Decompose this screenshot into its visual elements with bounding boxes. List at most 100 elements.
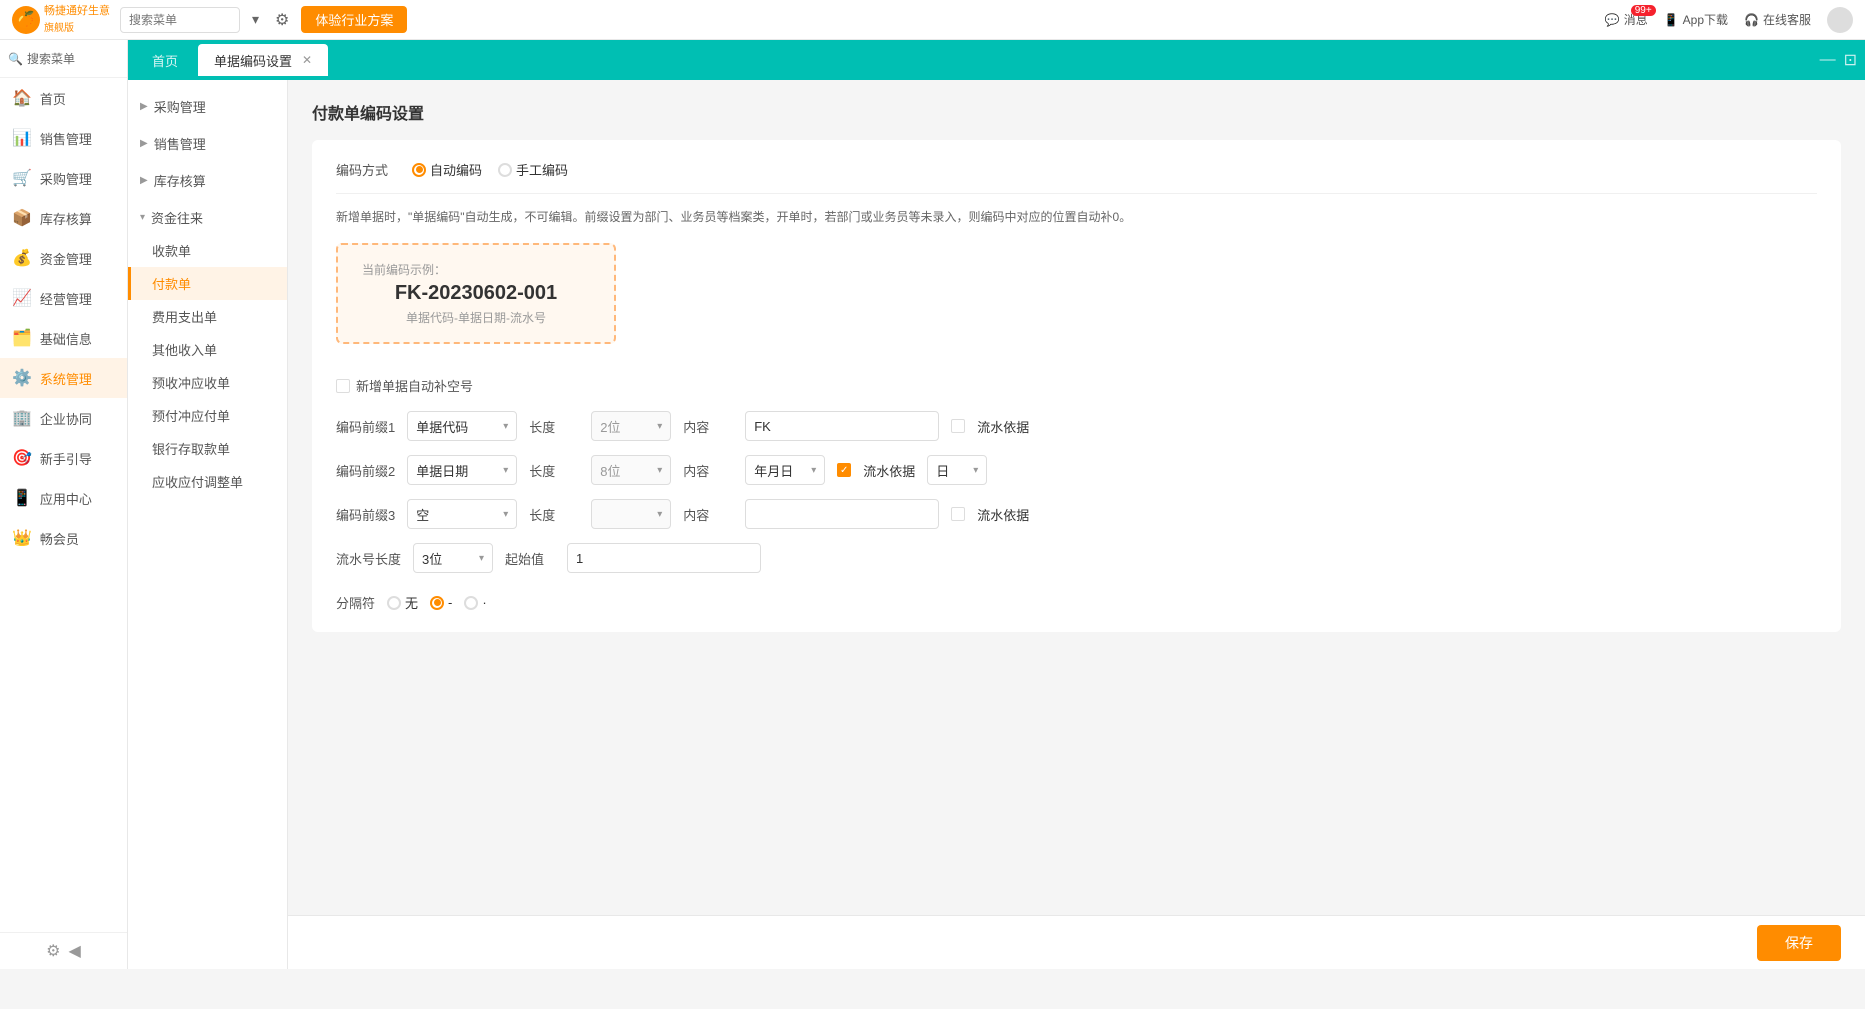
sidebar-item-company[interactable]: 🏢 企业协同 bbox=[0, 398, 127, 438]
online-service-btn[interactable]: 🎧 在线客服 bbox=[1744, 11, 1811, 28]
radio-manual-code[interactable]: 手工编码 bbox=[498, 160, 568, 179]
sec-item-expense[interactable]: 费用支出单 bbox=[128, 300, 287, 333]
length2-value: 8位 bbox=[600, 461, 620, 480]
tab-maximize-btn[interactable]: ⊡ bbox=[1844, 50, 1857, 70]
tab-home[interactable]: 首页 bbox=[136, 44, 194, 76]
main-area: ▶ 采购管理 ▶ 销售管理 ▶ 库存核算 bbox=[128, 80, 1865, 969]
radio-auto-inner bbox=[416, 166, 423, 173]
tab-bar: 首页 单据编码设置 ✕ — ⊡ bbox=[128, 40, 1865, 80]
sidebar-item-guide[interactable]: 🎯 新手引导 bbox=[0, 438, 127, 478]
tab-doc-encode[interactable]: 单据编码设置 ✕ bbox=[198, 44, 328, 76]
start-value-input[interactable] bbox=[567, 543, 761, 573]
stream1-checkbox[interactable] bbox=[951, 419, 965, 433]
radio-auto-circle bbox=[412, 163, 426, 177]
messages-badge: 99+ bbox=[1631, 5, 1656, 16]
collapse-btn[interactable]: ◀ bbox=[69, 941, 81, 961]
sec-item-bank-deposit[interactable]: 银行存取款单 bbox=[128, 432, 287, 465]
sep-dot-radio[interactable]: · bbox=[464, 595, 486, 610]
dropdown-arrow-icon: ▾ bbox=[973, 465, 978, 476]
prefix3-select[interactable]: 空 ▾ bbox=[407, 499, 517, 529]
system-icon: ⚙️ bbox=[12, 368, 32, 388]
app-layout: 🔍 搜索菜单 🏠 首页 📊 销售管理 🛒 采购管理 📦 库存核算 💰 bbox=[0, 40, 1865, 969]
auto-fill-label: 新增单据自动补空号 bbox=[356, 376, 473, 395]
sep-dot-circle bbox=[464, 596, 478, 610]
dropdown-arrow-icon: ▾ bbox=[657, 465, 662, 476]
sidebar-item-system[interactable]: ⚙️ 系统管理 bbox=[0, 358, 127, 398]
start-value-label: 起始值 bbox=[505, 549, 555, 568]
sidebar-search[interactable]: 🔍 搜索菜单 bbox=[0, 40, 127, 78]
prefix3-label: 编码前缀3 bbox=[336, 505, 395, 524]
sidebar-item-basics[interactable]: 🗂️ 基础信息 bbox=[0, 318, 127, 358]
content3-input[interactable] bbox=[745, 499, 939, 529]
content3-label: 内容 bbox=[683, 505, 733, 524]
tab-doc-encode-label: 单据编码设置 bbox=[214, 51, 292, 70]
user-avatar[interactable] bbox=[1827, 7, 1853, 33]
sep-dash-radio[interactable]: - bbox=[430, 595, 452, 610]
logo: 🍊 畅捷通好生意 旗舰版 bbox=[12, 5, 112, 33]
length3-select[interactable]: ▾ bbox=[591, 499, 671, 529]
auto-fill-checkbox[interactable] bbox=[336, 379, 350, 393]
content2-select[interactable]: 年月日 ▾ bbox=[745, 455, 825, 485]
sec-item-prepay-receive[interactable]: 预收冲应收单 bbox=[128, 366, 287, 399]
length1-select[interactable]: 2位 ▾ bbox=[591, 411, 671, 441]
stream2-unit-select[interactable]: 日 ▾ bbox=[927, 455, 987, 485]
stream2-checkbox[interactable]: ✓ bbox=[837, 463, 851, 477]
stream2-unit: 日 bbox=[936, 461, 949, 480]
app-download-btn[interactable]: 📱 App下载 bbox=[1664, 11, 1728, 28]
avatar bbox=[1827, 7, 1853, 33]
stream2-label: 流水依据 bbox=[863, 461, 915, 480]
sec-item-ar-ap-adjust[interactable]: 应收应付调整单 bbox=[128, 465, 287, 498]
save-button[interactable]: 保存 bbox=[1757, 925, 1841, 961]
sec-group-purchase-header[interactable]: ▶ 采购管理 bbox=[128, 90, 287, 123]
tab-close-icon[interactable]: ✕ bbox=[302, 53, 312, 67]
sec-item-receipt[interactable]: 收款单 bbox=[128, 234, 287, 267]
chevron-down-icon[interactable]: ▾ bbox=[248, 9, 263, 30]
sidebar-item-member[interactable]: 👑 畅会员 bbox=[0, 518, 127, 558]
sidebar-item-inventory[interactable]: 📦 库存核算 bbox=[0, 198, 127, 238]
basics-icon: 🗂️ bbox=[12, 328, 32, 348]
sidebar-item-home[interactable]: 🏠 首页 bbox=[0, 78, 127, 118]
gear-icon[interactable]: ⚙ bbox=[271, 8, 293, 32]
top-right-area: 💬 消息 99+ 📱 App下载 🎧 在线客服 bbox=[1605, 7, 1853, 33]
tab-minimize-btn[interactable]: — bbox=[1820, 50, 1836, 70]
search-input[interactable] bbox=[120, 7, 240, 33]
form-row-prefix3: 编码前缀3 空 ▾ 长度 ▾ 内容 bbox=[336, 499, 1817, 529]
form-row-prefix2: 编码前缀2 单据日期 ▾ 长度 8位 ▾ 内容 bbox=[336, 455, 1817, 485]
prefix1-label: 编码前缀1 bbox=[336, 417, 395, 436]
sidebar-item-finance[interactable]: 💰 资金管理 bbox=[0, 238, 127, 278]
messages-btn[interactable]: 💬 消息 99+ bbox=[1605, 11, 1648, 28]
length1-value: 2位 bbox=[600, 417, 620, 436]
sec-group-inventory-header[interactable]: ▶ 库存核算 bbox=[128, 164, 287, 197]
sec-group-sales: ▶ 销售管理 bbox=[128, 127, 287, 160]
stream3-checkbox[interactable] bbox=[951, 507, 965, 521]
length1-label: 长度 bbox=[529, 417, 579, 436]
industry-btn[interactable]: 体验行业方案 bbox=[301, 6, 407, 33]
content1-input[interactable] bbox=[745, 411, 939, 441]
info-text: 新增单据时，"单据编码"自动生成，不可编辑。前缀设置为部门、业务员等档案类，开单… bbox=[336, 208, 1817, 227]
sidebar-item-sales[interactable]: 📊 销售管理 bbox=[0, 118, 127, 158]
sec-item-other-income[interactable]: 其他收入单 bbox=[128, 333, 287, 366]
sidebar-item-purchase[interactable]: 🛒 采购管理 bbox=[0, 158, 127, 198]
preview-code: FK-20230602-001 bbox=[362, 282, 590, 305]
sec-item-prepay-pay[interactable]: 预付冲应付单 bbox=[128, 399, 287, 432]
form-row-prefix1: 编码前缀1 单据代码 ▾ 长度 2位 ▾ 内容 bbox=[336, 411, 1817, 441]
prefix1-select[interactable]: 单据代码 ▾ bbox=[407, 411, 517, 441]
sidebar-item-operation[interactable]: 📈 经营管理 bbox=[0, 278, 127, 318]
settings-bottom-btn[interactable]: ⚙ bbox=[46, 941, 60, 961]
sec-item-payment[interactable]: 付款单 bbox=[128, 267, 287, 300]
sec-group-sales-header[interactable]: ▶ 销售管理 bbox=[128, 127, 287, 160]
prefix2-select[interactable]: 单据日期 ▾ bbox=[407, 455, 517, 485]
serial-length-select[interactable]: 3位 ▾ bbox=[413, 543, 493, 573]
sec-group-purchase-label: 采购管理 bbox=[154, 97, 206, 116]
content2-value: 年月日 bbox=[754, 461, 793, 480]
sep-dot-label: · bbox=[482, 595, 486, 610]
sidebar-item-apps[interactable]: 📱 应用中心 bbox=[0, 478, 127, 518]
content1-label: 内容 bbox=[683, 417, 733, 436]
sep-none-radio[interactable]: 无 bbox=[387, 593, 418, 612]
length3-label: 长度 bbox=[529, 505, 579, 524]
length2-select[interactable]: 8位 ▾ bbox=[591, 455, 671, 485]
radio-auto-code[interactable]: 自动编码 bbox=[412, 160, 482, 179]
sec-group-finance-header[interactable]: ▾ 资金往来 bbox=[128, 201, 287, 234]
form-row-separator: 分隔符 无 - bbox=[336, 593, 1817, 612]
dropdown-arrow-icon: ▾ bbox=[503, 421, 508, 432]
